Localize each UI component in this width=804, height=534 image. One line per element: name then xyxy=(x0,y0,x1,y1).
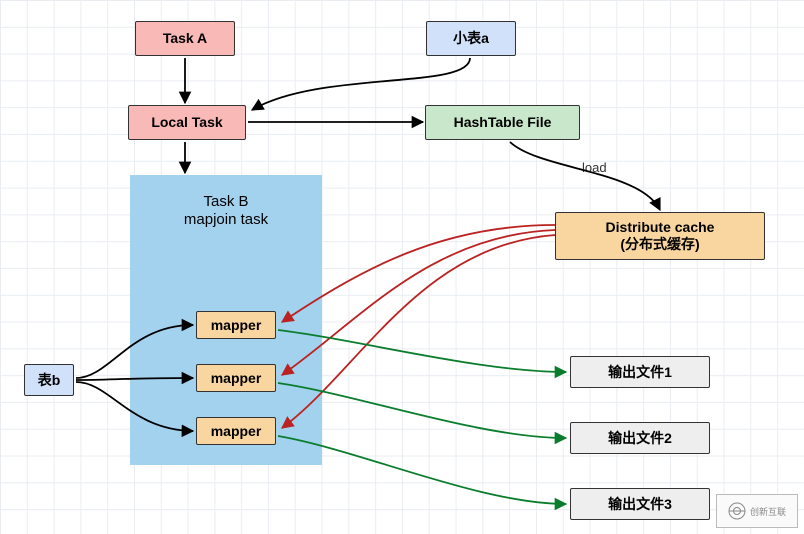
task-b-subtitle: mapjoin task xyxy=(184,211,268,229)
node-local-task: Local Task xyxy=(128,105,246,140)
edge-dcache-mapper3 xyxy=(282,235,555,428)
node-mapper-2: mapper xyxy=(196,364,276,392)
node-hashtable-file: HashTable File xyxy=(425,105,580,140)
edge-hashfile-dcache xyxy=(510,142,660,210)
node-table-b: 表b xyxy=(24,364,74,396)
node-small-table: 小表a xyxy=(426,21,516,56)
watermark-icon xyxy=(728,502,746,520)
task-b-title: Task B xyxy=(203,193,248,211)
edge-dcache-mapper1 xyxy=(282,225,555,322)
watermark-text: 创新互联 xyxy=(750,505,786,518)
node-mapper-1: mapper xyxy=(196,311,276,339)
node-output-2: 输出文件2 xyxy=(570,422,710,454)
edge-label-load: load xyxy=(582,160,607,175)
node-output-3: 输出文件3 xyxy=(570,488,710,520)
edge-smallTable-localTask xyxy=(252,58,470,110)
node-distribute-cache: Distribute cache (分布式缓存) xyxy=(555,212,765,260)
edge-dcache-mapper2 xyxy=(282,230,555,375)
node-output-1: 输出文件1 xyxy=(570,356,710,388)
dcache-line1: Distribute cache xyxy=(606,219,715,236)
dcache-line2: (分布式缓存) xyxy=(620,236,699,253)
node-mapper-3: mapper xyxy=(196,417,276,445)
watermark-logo: 创新互联 xyxy=(716,494,798,528)
node-task-a: Task A xyxy=(135,21,235,56)
